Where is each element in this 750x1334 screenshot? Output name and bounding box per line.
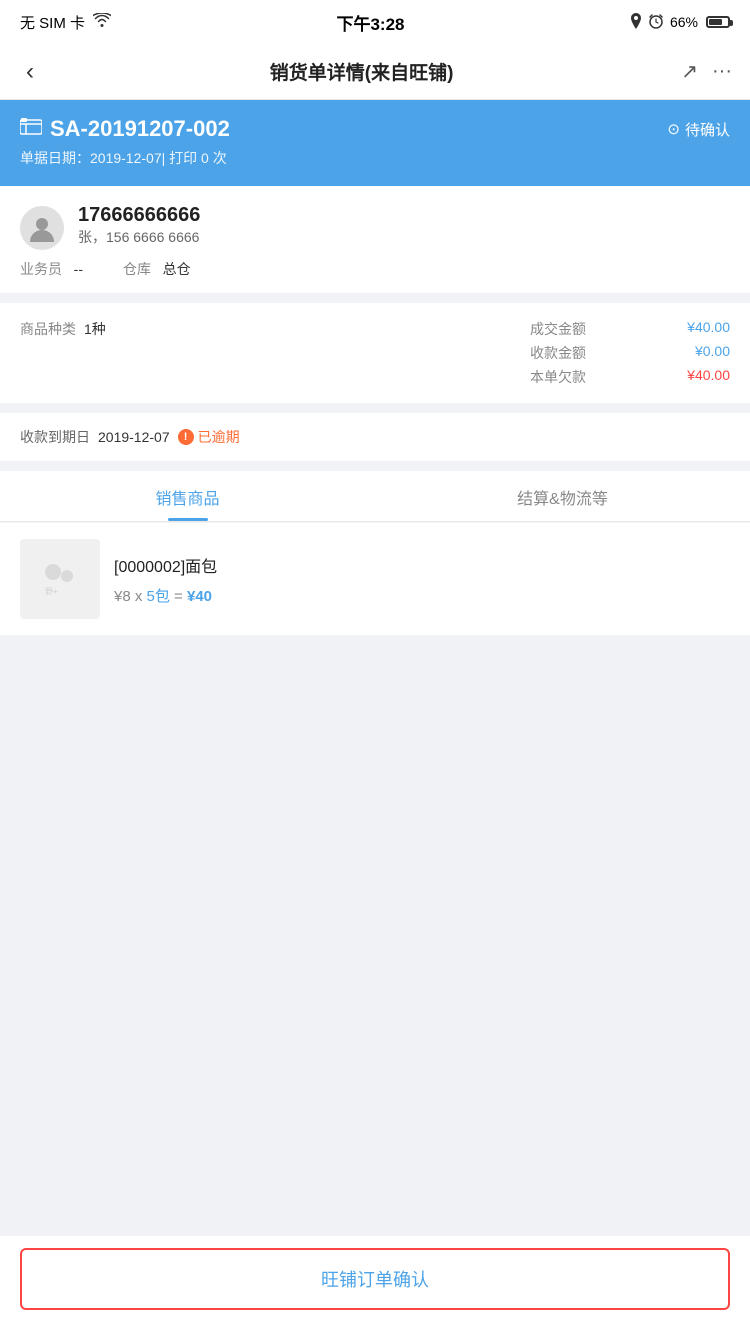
carrier-label: 无 SIM 卡	[20, 12, 85, 33]
tabs-row: 销售商品 结算&物流等	[0, 471, 750, 522]
order-date-label: 单据日期：	[20, 150, 90, 166]
status-time: 下午3:28	[336, 10, 404, 35]
alarm-icon	[648, 13, 664, 32]
page-title: 销货单详情(来自旺铺)	[270, 58, 454, 85]
order-status-badge: ⊙ 待确认	[667, 119, 730, 140]
tab-sales-label: 销售商品	[155, 491, 219, 508]
back-button[interactable]: ‹	[18, 54, 42, 90]
payment-value: ¥0.00	[695, 343, 730, 363]
customer-phone: 17666666666	[78, 204, 200, 227]
customer-section: 17666666666 张，156 6666 6666 业务员 -- 仓库 总仓	[0, 186, 750, 293]
product-info: [0000002]面包 ¥8 x 5包 = ¥40	[114, 553, 730, 606]
nav-actions: ↗ ···	[681, 59, 732, 84]
warehouse-item: 仓库 总仓	[123, 259, 191, 279]
transaction-row: 成交金额 ¥40.00	[530, 319, 730, 339]
order-meta: 单据日期：2019-12-07| 打印 0 次	[20, 148, 730, 168]
multiply-symbol: x	[135, 588, 143, 605]
summary-right: 成交金额 ¥40.00 收款金额 ¥0.00 本单欠款 ¥40.00	[375, 319, 730, 387]
wifi-icon	[93, 13, 111, 31]
product-total: ¥40	[187, 588, 212, 605]
balance-value: ¥40.00	[687, 367, 730, 387]
location-icon	[630, 13, 642, 32]
battery-icon	[706, 16, 730, 28]
status-right: 66%	[630, 13, 730, 32]
customer-info: 17666666666 张，156 6666 6666	[78, 204, 200, 251]
warehouse-value: 总仓	[163, 261, 191, 277]
balance-label: 本单欠款	[530, 367, 586, 387]
more-button[interactable]: ···	[712, 60, 732, 83]
due-date: 2019-12-07	[98, 429, 170, 445]
tab-settlement-label: 结算&物流等	[517, 491, 608, 508]
share-button[interactable]: ↗	[681, 59, 698, 84]
overdue-icon: !	[178, 429, 194, 445]
tab-sales-product[interactable]: 销售商品	[0, 471, 375, 521]
salesperson-item: 业务员 --	[20, 259, 83, 279]
due-label: 收款到期日	[20, 427, 90, 447]
status-text: 待确认	[685, 119, 730, 140]
transaction-label: 成交金额	[530, 319, 586, 339]
empty-area	[0, 635, 750, 835]
product-section: 野+ [0000002]面包 ¥8 x 5包 = ¥40	[0, 523, 750, 635]
order-id: SA-20191207-002	[20, 116, 230, 142]
order-date: 2019-12-07	[90, 150, 162, 166]
product-qty: 5包	[147, 588, 170, 605]
summary-section: 商品种类 1种 成交金额 ¥40.00 收款金额 ¥0.00 本单欠款 ¥40.…	[0, 303, 750, 403]
salesperson-value: --	[74, 261, 83, 277]
order-icon	[20, 116, 42, 142]
customer-meta-row: 业务员 -- 仓库 总仓	[20, 259, 730, 279]
product-thumbnail: 野+	[20, 539, 100, 619]
balance-row: 本单欠款 ¥40.00	[530, 367, 730, 387]
product-price-row: ¥8 x 5包 = ¥40	[114, 585, 730, 606]
order-print-info: | 打印 0 次	[162, 150, 227, 166]
customer-name: 张，156 6666 6666	[78, 227, 200, 247]
confirm-button[interactable]: 旺铺订单确认	[20, 1248, 730, 1310]
product-type-value: 1种	[84, 319, 106, 339]
status-clock-icon: ⊙	[667, 120, 680, 138]
product-item: 野+ [0000002]面包 ¥8 x 5包 = ¥40	[0, 523, 750, 635]
header-top: SA-20191207-002 ⊙ 待确认	[20, 116, 730, 142]
svg-text:野+: 野+	[45, 587, 58, 596]
equals-symbol: =	[174, 588, 183, 605]
status-bar: 无 SIM 卡 下午3:28 66%	[0, 0, 750, 44]
salesperson-label: 业务员	[20, 261, 62, 277]
payment-row: 收款金额 ¥0.00	[530, 343, 730, 363]
product-type-label: 商品种类	[20, 319, 76, 339]
overdue-badge: ! 已逾期	[178, 427, 240, 447]
transaction-value: ¥40.00	[687, 319, 730, 339]
product-price: ¥8	[114, 588, 131, 605]
product-name: [0000002]面包	[114, 553, 730, 577]
battery-percent: 66%	[670, 14, 698, 30]
summary-left: 商品种类 1种	[20, 319, 375, 341]
product-type-item: 商品种类 1种	[20, 319, 375, 339]
nav-bar: ‹ 销货单详情(来自旺铺) ↗ ···	[0, 44, 750, 100]
order-header-card: SA-20191207-002 ⊙ 待确认 单据日期：2019-12-07| 打…	[0, 100, 750, 186]
order-id-text: SA-20191207-002	[50, 116, 230, 142]
avatar	[20, 206, 64, 250]
customer-row: 17666666666 张，156 6666 6666	[20, 204, 730, 251]
payment-label: 收款金额	[530, 343, 586, 363]
overdue-text: 已逾期	[198, 427, 240, 447]
due-section: 收款到期日 2019-12-07 ! 已逾期	[0, 413, 750, 461]
bottom-bar: 旺铺订单确认	[0, 1236, 750, 1334]
tab-settlement[interactable]: 结算&物流等	[375, 471, 750, 521]
warehouse-label: 仓库	[123, 261, 151, 277]
tabs-section: 销售商品 结算&物流等	[0, 471, 750, 522]
status-left: 无 SIM 卡	[20, 12, 111, 33]
